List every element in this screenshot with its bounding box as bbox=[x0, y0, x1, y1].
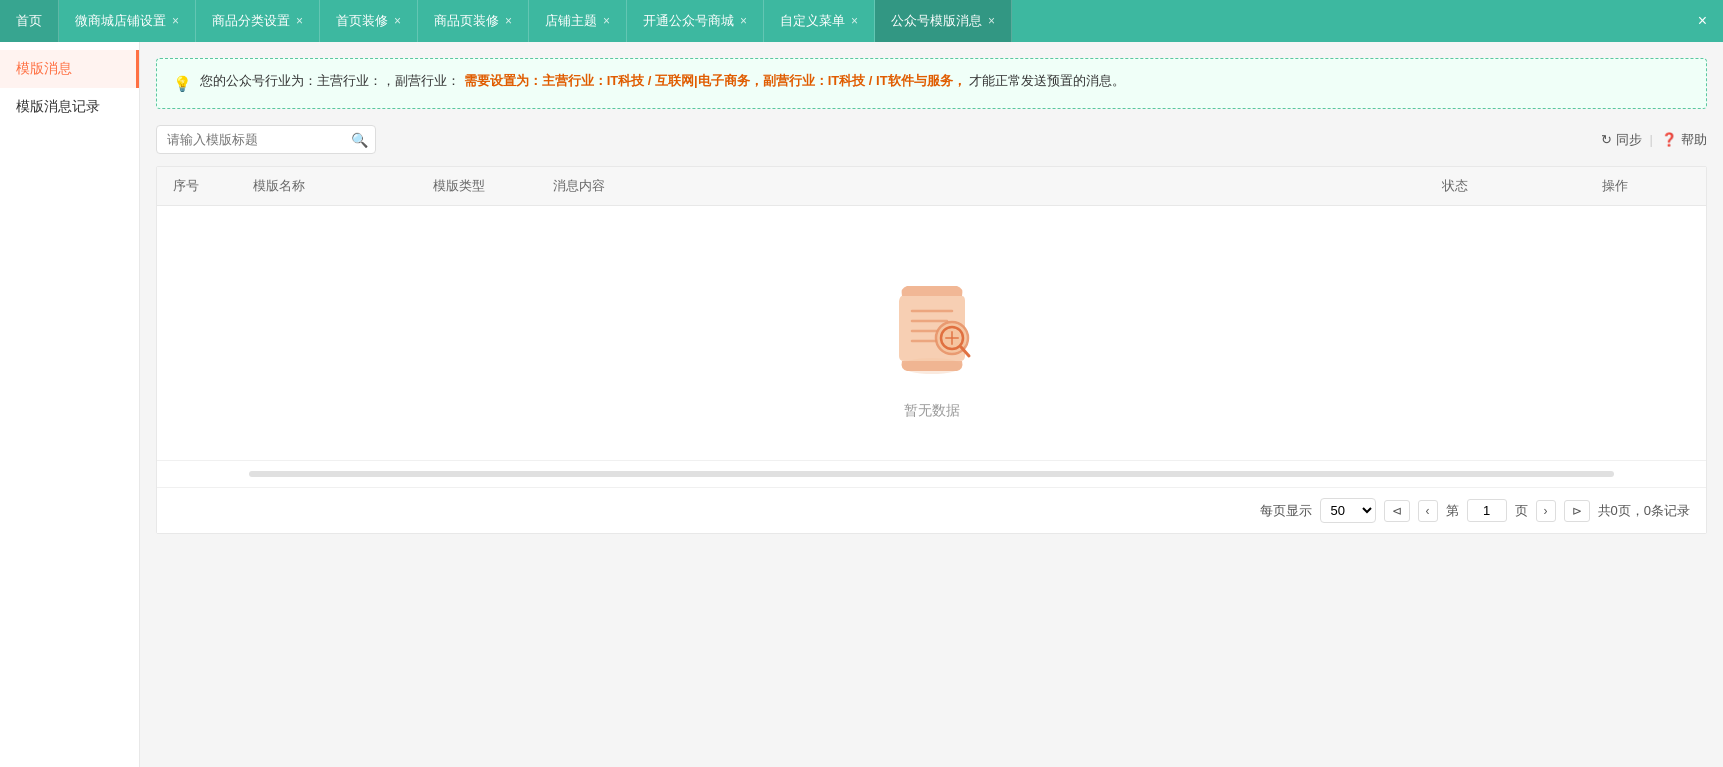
close-tab-weshop-settings[interactable]: × bbox=[172, 14, 179, 28]
bulb-icon: 💡 bbox=[173, 72, 192, 96]
help-button[interactable]: ❓ 帮助 bbox=[1661, 131, 1707, 149]
close-tab-product-decor[interactable]: × bbox=[505, 14, 512, 28]
sync-icon: ↻ bbox=[1601, 132, 1612, 147]
col-seq: 序号 bbox=[157, 177, 237, 195]
per-page-select[interactable]: 50 10 20 100 bbox=[1320, 498, 1376, 523]
sidebar-item-template-message[interactable]: 模版消息 bbox=[0, 50, 139, 88]
sync-button[interactable]: ↻ 同步 bbox=[1601, 131, 1642, 149]
search-input-wrap: 🔍 bbox=[156, 125, 376, 154]
empty-illustration bbox=[872, 266, 992, 386]
scrollbar-area[interactable] bbox=[157, 460, 1706, 487]
notice-banner: 💡 您的公众号行业为：主营行业：，副营行业： 需要设置为：主营行业：IT科技 /… bbox=[156, 58, 1707, 109]
close-all-tabs[interactable]: × bbox=[1682, 12, 1723, 30]
close-tab-open-wechat-shop[interactable]: × bbox=[740, 14, 747, 28]
col-action: 操作 bbox=[1586, 177, 1706, 195]
pagination: 每页显示 50 10 20 100 ⊲ ‹ 第 页 › ⊳ 共0页，0条记录 bbox=[157, 487, 1706, 533]
search-bar: 🔍 ↻ 同步 | ❓ 帮助 bbox=[156, 125, 1707, 154]
col-content: 消息内容 bbox=[537, 177, 1426, 195]
data-table: 序号 模版名称 模版类型 消息内容 状态 操作 bbox=[156, 166, 1707, 534]
col-name: 模版名称 bbox=[237, 177, 417, 195]
top-nav: 首页 微商城店铺设置 × 商品分类设置 × 首页装修 × 商品页装修 × 店铺主… bbox=[0, 0, 1723, 42]
search-input[interactable] bbox=[156, 125, 376, 154]
main-layout: 模版消息 模版消息记录 💡 您的公众号行业为：主营行业：，副营行业： 需要设置为… bbox=[0, 42, 1723, 767]
empty-text: 暂无数据 bbox=[904, 402, 960, 420]
prev-page-button[interactable]: ‹ bbox=[1418, 500, 1438, 522]
total-text: 共0页，0条记录 bbox=[1598, 502, 1690, 520]
per-page-label: 每页显示 bbox=[1260, 502, 1312, 520]
tab-shop-theme[interactable]: 店铺主题 × bbox=[529, 0, 627, 42]
close-tab-custom-menu[interactable]: × bbox=[851, 14, 858, 28]
tab-product-decor[interactable]: 商品页装修 × bbox=[418, 0, 529, 42]
sidebar: 模版消息 模版消息记录 bbox=[0, 42, 140, 767]
close-tab-wechat-template-msg[interactable]: × bbox=[988, 14, 995, 28]
page-suffix: 页 bbox=[1515, 502, 1528, 520]
right-actions: ↻ 同步 | ❓ 帮助 bbox=[1601, 131, 1707, 149]
next-page-button[interactable]: › bbox=[1536, 500, 1556, 522]
table-header: 序号 模版名称 模版类型 消息内容 状态 操作 bbox=[157, 167, 1706, 206]
search-left: 🔍 bbox=[156, 125, 376, 154]
first-page-button[interactable]: ⊲ bbox=[1384, 500, 1410, 522]
tab-homepage-decor[interactable]: 首页装修 × bbox=[320, 0, 418, 42]
empty-state: 暂无数据 bbox=[157, 206, 1706, 460]
tab-weshop-settings[interactable]: 微商城店铺设置 × bbox=[59, 0, 196, 42]
page-label: 第 bbox=[1446, 502, 1459, 520]
page-input[interactable] bbox=[1467, 499, 1507, 522]
close-tab-homepage-decor[interactable]: × bbox=[394, 14, 401, 28]
help-icon: ❓ bbox=[1661, 132, 1677, 147]
sidebar-item-template-message-log[interactable]: 模版消息记录 bbox=[0, 88, 139, 126]
close-tab-product-category[interactable]: × bbox=[296, 14, 303, 28]
close-tab-shop-theme[interactable]: × bbox=[603, 14, 610, 28]
tab-home[interactable]: 首页 bbox=[0, 0, 59, 42]
col-type: 模版类型 bbox=[417, 177, 537, 195]
horizontal-scrollbar[interactable] bbox=[249, 471, 1614, 477]
last-page-button[interactable]: ⊳ bbox=[1564, 500, 1590, 522]
tab-custom-menu[interactable]: 自定义菜单 × bbox=[764, 0, 875, 42]
main-content: 💡 您的公众号行业为：主营行业：，副营行业： 需要设置为：主营行业：IT科技 /… bbox=[140, 42, 1723, 767]
tab-open-wechat-shop[interactable]: 开通公众号商城 × bbox=[627, 0, 764, 42]
tab-wechat-template-msg[interactable]: 公众号模版消息 × bbox=[875, 0, 1012, 42]
col-status: 状态 bbox=[1426, 177, 1586, 195]
tab-product-category[interactable]: 商品分类设置 × bbox=[196, 0, 320, 42]
divider: | bbox=[1650, 132, 1653, 147]
search-icon[interactable]: 🔍 bbox=[351, 132, 368, 148]
